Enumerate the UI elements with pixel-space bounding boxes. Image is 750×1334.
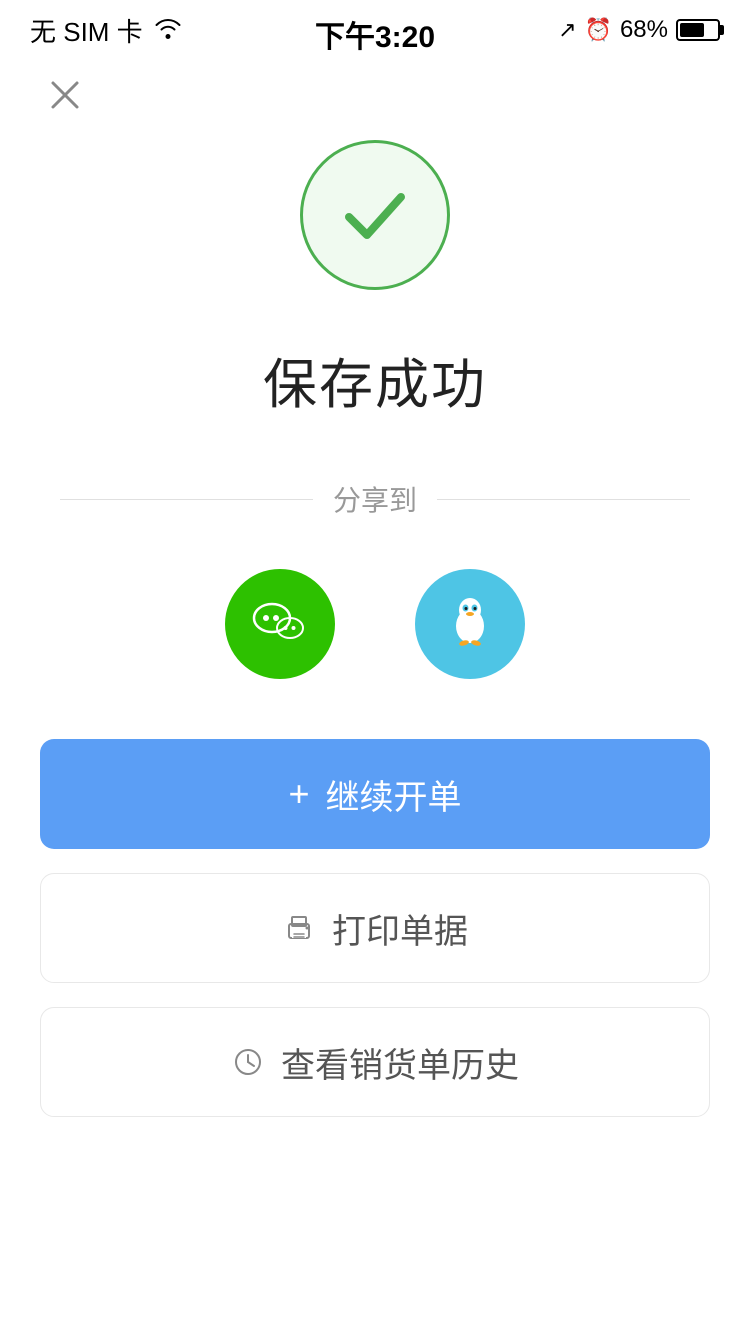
battery-icon — [676, 19, 720, 41]
wechat-share-button[interactable] — [225, 569, 335, 679]
clock-icon — [231, 1045, 265, 1079]
status-left: 无 SIM 卡 — [30, 12, 183, 49]
continue-button[interactable]: + 继续开单 — [40, 739, 710, 849]
wifi-icon — [153, 15, 183, 46]
location-icon: ↗ — [558, 17, 576, 43]
share-divider: 分享到 — [0, 479, 750, 519]
share-icons — [225, 569, 525, 679]
print-button[interactable]: 打印单据 — [40, 873, 710, 983]
checkmark-icon — [335, 175, 415, 255]
status-bar: 无 SIM 卡 下午3:20 ↗ ⏰ 68% — [0, 0, 750, 60]
print-label: 打印单据 — [332, 904, 468, 953]
share-label: 分享到 — [313, 479, 437, 519]
qq-icon — [436, 590, 504, 658]
success-title: 保存成功 — [263, 340, 487, 419]
print-icon — [282, 911, 316, 945]
carrier-text: 无 SIM 卡 — [30, 12, 143, 49]
history-button[interactable]: 查看销货单历史 — [40, 1007, 710, 1117]
divider-right — [437, 499, 690, 500]
alarm-icon: ⏰ — [585, 17, 612, 43]
share-section: 分享到 — [0, 479, 750, 679]
close-button[interactable] — [40, 70, 90, 120]
battery-fill — [680, 23, 704, 37]
action-buttons: + 继续开单 打印单据 — [0, 739, 750, 1117]
success-circle — [300, 140, 450, 290]
wechat-icon — [246, 590, 314, 658]
main-content: 保存成功 分享到 — [0, 60, 750, 1117]
plus-icon: + — [288, 773, 309, 815]
status-time: 下午3:20 — [315, 12, 435, 56]
history-label: 查看销货单历史 — [281, 1038, 519, 1087]
continue-label: 继续开单 — [326, 770, 462, 819]
status-right: ↗ ⏰ 68% — [558, 16, 720, 44]
divider-left — [60, 499, 313, 500]
battery-percent: 68% — [620, 16, 668, 44]
qq-share-button[interactable] — [415, 569, 525, 679]
